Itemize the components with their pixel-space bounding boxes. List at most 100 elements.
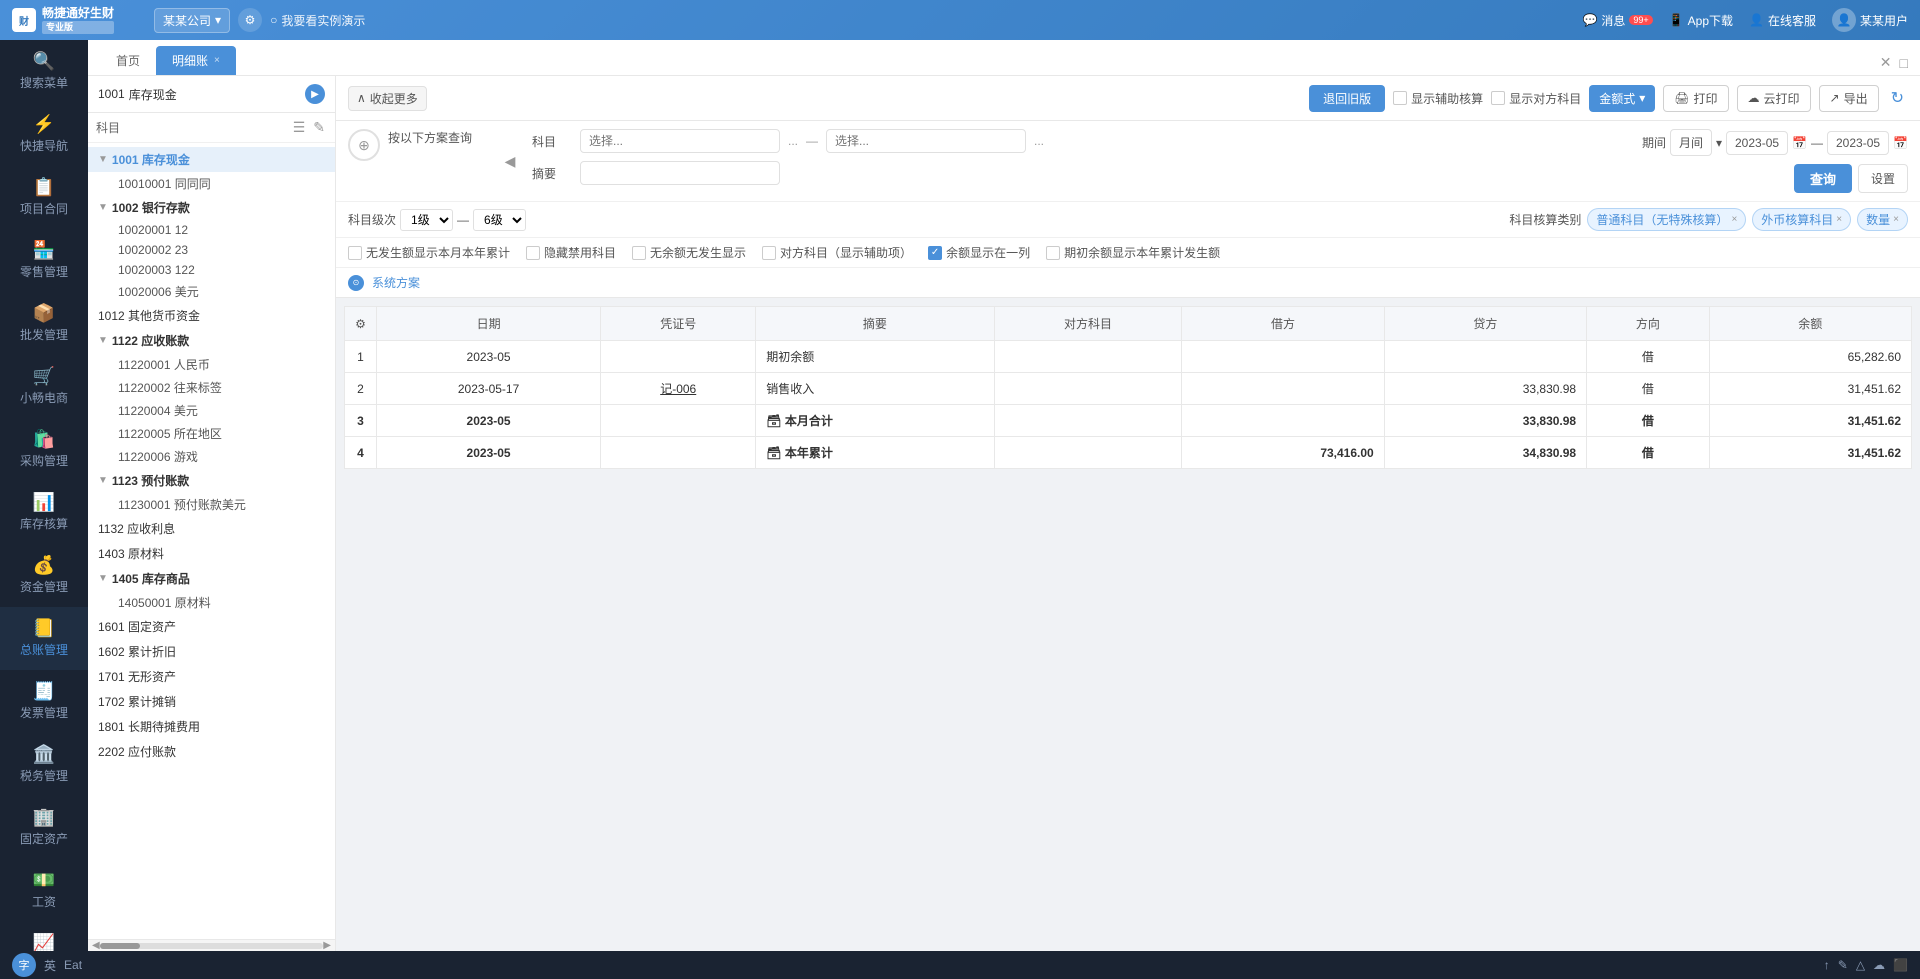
refresh-btn[interactable]: ↻: [1887, 84, 1908, 112]
table-row[interactable]: 42023-05🗃 本年累计73,416.0034,830.98借31,451.…: [345, 437, 1912, 469]
tab-close-icon[interactable]: ×: [214, 55, 220, 66]
tree-node-1001[interactable]: ▼ 1001 库存现金 10010001 同同同: [88, 147, 335, 195]
tree-node-1702[interactable]: 1702 累计摊销: [88, 689, 335, 714]
online-service-btn[interactable]: 👤 在线客服: [1749, 12, 1816, 29]
checkbox-balance-one-col[interactable]: ✓ 余额显示在一列: [928, 244, 1030, 261]
table-row[interactable]: 12023-05期初余额借65,282.60: [345, 341, 1912, 373]
window-maximize-icon[interactable]: □: [1900, 55, 1908, 71]
tree-node-14050001[interactable]: 14050001 原材料: [108, 591, 335, 614]
tree-node-1403[interactable]: 1403 原材料: [88, 541, 335, 566]
tree-node-1801[interactable]: 1801 长期待摊费用: [88, 714, 335, 739]
settings-btn[interactable]: 设置: [1858, 164, 1908, 193]
period-start-input[interactable]: 2023-05: [1726, 131, 1788, 155]
tree-node-1012-label[interactable]: 1012 其他货币资金: [88, 303, 335, 328]
sidebar-item-inventory[interactable]: 📊 库存核算: [0, 481, 88, 544]
sidebar-item-project[interactable]: 📋 项目合同: [0, 166, 88, 229]
sidebar-item-quicknav[interactable]: ⚡ 快捷导航: [0, 103, 88, 166]
tree-node-1405[interactable]: ▼ 1405 库存商品 14050001 原材料: [88, 566, 335, 614]
sidebar-item-assets[interactable]: 🏢 固定资产: [0, 796, 88, 859]
scroll-right-btn[interactable]: ▶: [323, 940, 331, 951]
query-btn[interactable]: 查询: [1794, 164, 1852, 193]
scheme-link[interactable]: 系统方案: [372, 274, 420, 291]
tree-node-1123-label[interactable]: ▼ 1123 预付账款: [88, 468, 335, 493]
sidebar-item-ledger[interactable]: 📒 总账管理: [0, 607, 88, 670]
tree-node-1403-label[interactable]: 1403 原材料: [88, 541, 335, 566]
tree-node-1801-label[interactable]: 1801 长期待摊费用: [88, 714, 335, 739]
sidebar-item-tax[interactable]: 🏛️ 税务管理: [0, 733, 88, 796]
status-lang[interactable]: 英: [44, 957, 56, 974]
window-close-icon[interactable]: ✕: [1880, 54, 1892, 71]
cloud-print-btn[interactable]: ☁ 云打印: [1737, 85, 1811, 112]
tree-node-1601-label[interactable]: 1601 固定资产: [88, 614, 335, 639]
tag-quantity-close[interactable]: ×: [1893, 214, 1899, 225]
tree-node-11220001[interactable]: 11220001 人民币: [108, 353, 335, 376]
tree-list-icon[interactable]: ☰: [291, 117, 308, 138]
tree-node-2202-label[interactable]: 2202 应付账款: [88, 739, 335, 764]
tag-normal-close[interactable]: ×: [1731, 214, 1737, 225]
checkbox-no-balance[interactable]: 无余额无发生显示: [632, 244, 746, 261]
tree-node-11230001[interactable]: 11230001 预付账款美元: [108, 493, 335, 516]
sidebar-item-salary[interactable]: 💵 工资: [0, 859, 88, 922]
status-eat[interactable]: Eat: [64, 958, 82, 972]
tree-node-11220002[interactable]: 11220002 往来标签: [108, 376, 335, 399]
query-icon[interactable]: ⊕: [348, 129, 380, 161]
checkbox-contra[interactable]: 对方科目（显示辅助项）: [762, 244, 912, 261]
table-row[interactable]: 22023-05-17记-006销售收入33,830.98借31,451.62: [345, 373, 1912, 405]
export-btn[interactable]: ↗ 导出: [1819, 85, 1879, 112]
tree-node-11220004[interactable]: 11220004 美元: [108, 399, 335, 422]
tree-node-1002[interactable]: ▼ 1002 银行存款 10020001 12 10020002 23 1002…: [88, 195, 335, 303]
tree-node-1702-label[interactable]: 1702 累计摊销: [88, 689, 335, 714]
checkbox-no-occurrence[interactable]: 无发生额显示本月本年累计: [348, 244, 510, 261]
tree-node-1012[interactable]: 1012 其他货币资金: [88, 303, 335, 328]
return-old-btn[interactable]: 退回旧版: [1309, 85, 1385, 112]
sidebar-item-invoice[interactable]: 🧾 发票管理: [0, 670, 88, 733]
sidebar-item-wholesale[interactable]: 📦 批发管理: [0, 292, 88, 355]
tree-node-1701-label[interactable]: 1701 无形资产: [88, 664, 335, 689]
tree-node-10010001[interactable]: 10010001 同同同: [108, 172, 335, 195]
period-type-select[interactable]: 月间: [1670, 129, 1712, 156]
message-btn[interactable]: 💬 消息 99+: [1582, 12, 1652, 29]
demo-link[interactable]: ○ 我要看实例演示: [270, 12, 365, 29]
checkbox-opening-annual[interactable]: 期初余额显示本年累计发生额: [1046, 244, 1220, 261]
tree-node-1405-label[interactable]: ▼ 1405 库存商品: [88, 566, 335, 591]
table-cell[interactable]: 记-006: [601, 373, 756, 405]
scrollbar-thumb[interactable]: [100, 943, 140, 949]
tree-node-1132-label[interactable]: 1132 应收利息: [88, 516, 335, 541]
level-end-select[interactable]: 6级: [473, 209, 526, 231]
subject-input-2[interactable]: [826, 129, 1026, 153]
account-selector[interactable]: 1001 库存现金: [98, 86, 299, 103]
settings-icon-btn[interactable]: ⚙: [238, 8, 262, 32]
tree-node-1601[interactable]: 1601 固定资产: [88, 614, 335, 639]
tree-node-1701[interactable]: 1701 无形资产: [88, 664, 335, 689]
tree-node-10020006[interactable]: 10020006 美元: [108, 280, 335, 303]
show-contra-checkbox[interactable]: 显示对方科目: [1491, 90, 1581, 107]
nav-next-btn[interactable]: ▶: [305, 84, 325, 104]
calendar-icon-end[interactable]: 📅: [1893, 136, 1908, 150]
tree-node-1602-label[interactable]: 1602 累计折旧: [88, 639, 335, 664]
tab-home[interactable]: 首页: [100, 46, 156, 75]
tree-node-1123[interactable]: ▼ 1123 预付账款 11230001 预付账款美元: [88, 468, 335, 516]
col-settings[interactable]: ⚙: [345, 307, 377, 341]
sidebar-item-search[interactable]: 🔍 搜索菜单: [0, 40, 88, 103]
calendar-icon-start[interactable]: 📅: [1792, 136, 1807, 150]
tree-node-1132[interactable]: 1132 应收利息: [88, 516, 335, 541]
scroll-left-btn[interactable]: ◀: [92, 940, 100, 951]
tree-node-10020002[interactable]: 10020002 23: [108, 240, 335, 260]
tree-node-1002-label[interactable]: ▼ 1002 银行存款: [88, 195, 335, 220]
status-item-1[interactable]: ↑: [1824, 958, 1830, 972]
level-start-select[interactable]: 1级: [400, 209, 453, 231]
app-download-btn[interactable]: 📱 App下载: [1669, 12, 1733, 29]
checkbox-hide-disabled[interactable]: 隐藏禁用科目: [526, 244, 616, 261]
breadcrumb-expand-btn[interactable]: ∧ 收起更多: [348, 86, 427, 111]
sidebar-item-purchase[interactable]: 🛍️ 采购管理: [0, 418, 88, 481]
company-selector[interactable]: 某某公司 ▾: [154, 8, 230, 33]
status-item-4[interactable]: ☁: [1873, 958, 1885, 972]
tree-node-1122[interactable]: ▼ 1122 应收账款 11220001 人民币 11220002 往来标签 1…: [88, 328, 335, 468]
tree-node-1001-label[interactable]: ▼ 1001 库存现金: [88, 147, 335, 172]
sidebar-item-funds[interactable]: 💰 资金管理: [0, 544, 88, 607]
tree-node-10020001[interactable]: 10020001 12: [108, 220, 335, 240]
status-item-3[interactable]: △: [1856, 958, 1865, 972]
user-btn[interactable]: 👤 某某用户: [1832, 8, 1908, 32]
tree-node-2202[interactable]: 2202 应付账款: [88, 739, 335, 764]
tree-node-10020003[interactable]: 10020003 122: [108, 260, 335, 280]
